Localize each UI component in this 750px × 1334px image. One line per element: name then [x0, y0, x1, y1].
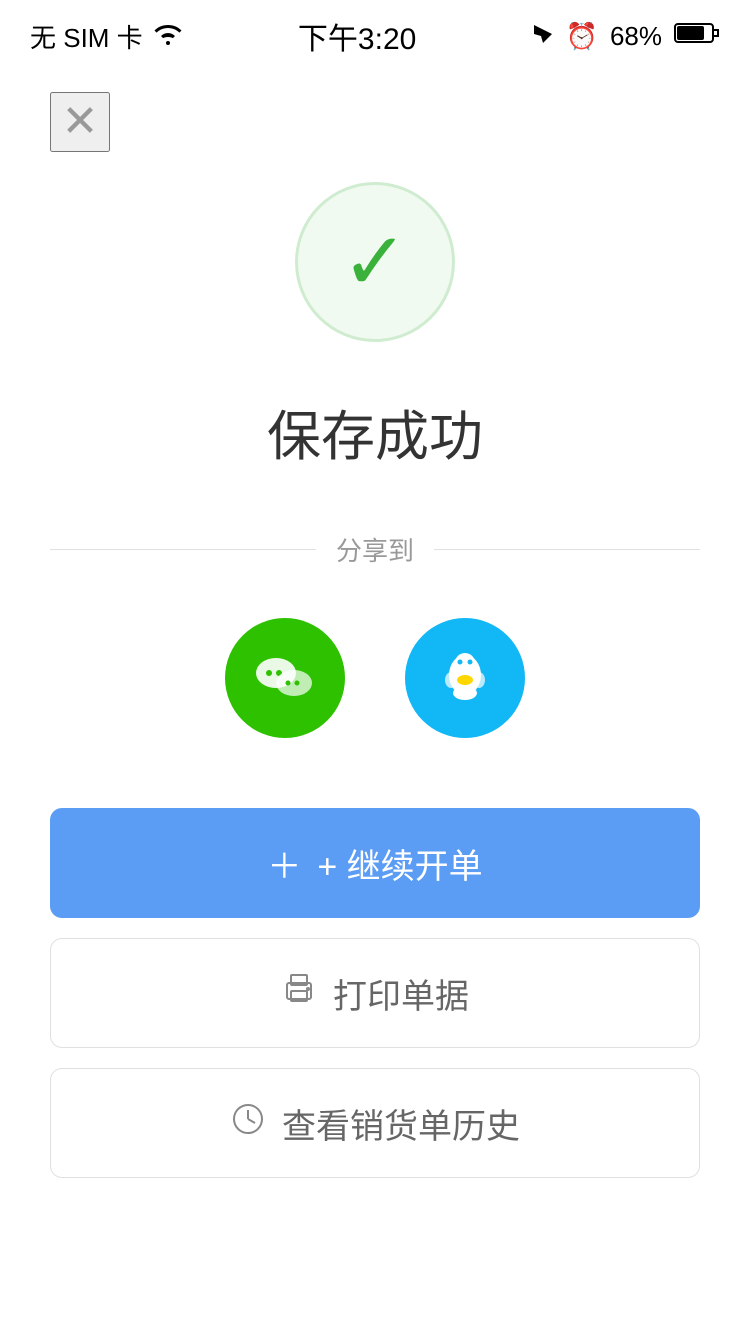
history-label: 查看销货单历史 [282, 1099, 520, 1148]
close-button[interactable]: ✕ [50, 92, 110, 152]
qq-share-button[interactable] [405, 618, 525, 738]
wechat-share-button[interactable] [225, 618, 345, 738]
plus-icon: ＋ [267, 839, 301, 888]
clock-icon [230, 1101, 266, 1146]
print-button[interactable]: 打印单据 [50, 938, 700, 1048]
success-title: 保存成功 [267, 392, 483, 471]
status-right: ⏰ 68% [532, 21, 720, 52]
share-divider: 分享到 [50, 531, 700, 568]
printer-icon [281, 971, 317, 1016]
carrier-label: 无 SIM 卡 [30, 18, 143, 55]
battery-percent: 68% [610, 21, 662, 52]
status-left: 无 SIM 卡 [30, 18, 183, 55]
wechat-icon [250, 643, 320, 713]
close-icon: ✕ [62, 100, 99, 144]
divider-line-right [434, 549, 700, 550]
print-label: 打印单据 [333, 969, 469, 1018]
wifi-icon [153, 21, 183, 52]
history-button[interactable]: 查看销货单历史 [50, 1068, 700, 1178]
battery-icon [674, 21, 720, 52]
continue-order-button[interactable]: ＋ + 继续开单 [50, 808, 700, 918]
main-content: ✕ ✓ 保存成功 分享到 [0, 72, 750, 1228]
checkmark-icon: ✓ [341, 222, 408, 302]
share-divider-label: 分享到 [336, 531, 414, 568]
share-icons [225, 618, 525, 738]
status-time: 下午3:20 [298, 14, 416, 58]
success-circle: ✓ [295, 182, 455, 342]
action-buttons: ＋ + 继续开单 打印单据 查看销货单 [50, 808, 700, 1178]
status-bar: 无 SIM 卡 下午3:20 ⏰ 68% [0, 0, 750, 72]
alarm-icon: ⏰ [566, 21, 598, 52]
qq-icon [430, 643, 500, 713]
continue-order-label: + 继续开单 [317, 839, 482, 888]
location-icon [532, 21, 554, 52]
divider-line-left [50, 549, 316, 550]
